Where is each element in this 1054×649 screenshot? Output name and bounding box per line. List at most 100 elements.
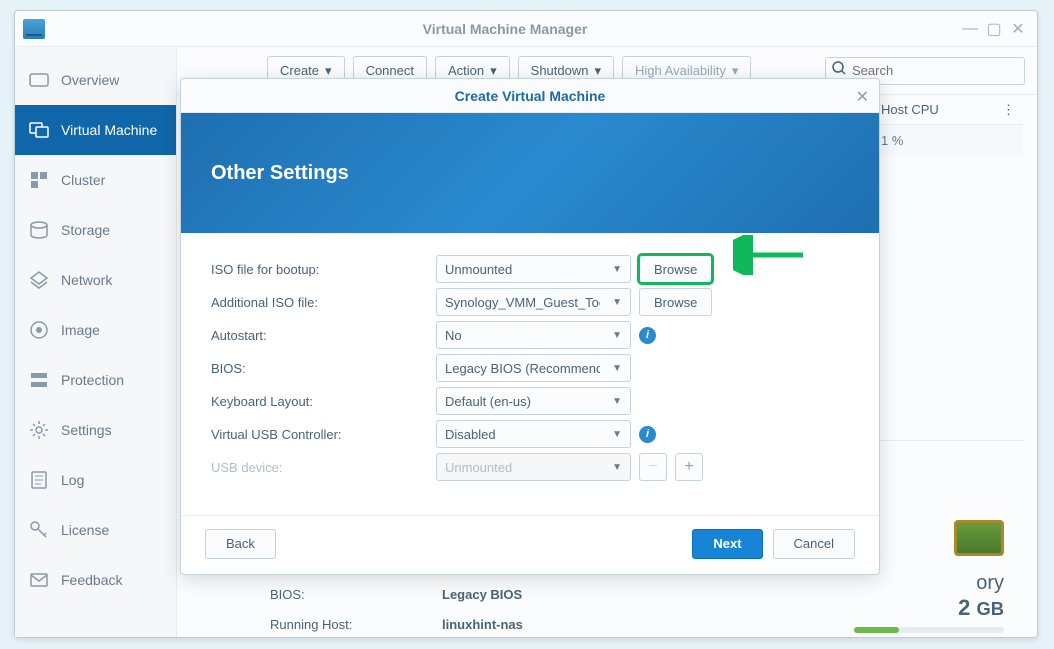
modal-title: Create Virtual Machine xyxy=(455,88,606,104)
sidebar-label: Feedback xyxy=(61,572,122,588)
minimize-button[interactable]: — xyxy=(959,18,981,40)
modal-section-title: Other Settings xyxy=(211,162,349,185)
sidebar-item-network[interactable]: Network xyxy=(15,255,176,305)
sidebar-item-log[interactable]: Log xyxy=(15,455,176,505)
sidebar-label: Overview xyxy=(61,72,119,88)
sidebar-item-overview[interactable]: Overview xyxy=(15,55,176,105)
protection-icon xyxy=(29,370,49,390)
virtual-usb-select[interactable]: Disabled▼ xyxy=(436,420,631,448)
chevron-down-icon: ▼ xyxy=(612,396,622,407)
close-button[interactable]: ✕ xyxy=(1007,18,1029,40)
sidebar-label: Settings xyxy=(61,422,112,438)
sidebar-item-storage[interactable]: Storage xyxy=(15,205,176,255)
memory-value: 2 GB xyxy=(854,595,1004,621)
sidebar-label: Virtual Machine xyxy=(61,122,157,138)
usb-device-label: USB device: xyxy=(211,460,436,475)
row-usb-device: USB device: Unmounted▼ − + xyxy=(211,451,849,483)
image-icon xyxy=(29,320,49,340)
chevron-down-icon: ▾ xyxy=(594,63,601,79)
cancel-button[interactable]: Cancel xyxy=(773,529,855,559)
additional-iso-select[interactable]: Synology_VMM_Guest_Tool▼ xyxy=(436,288,631,316)
additional-iso-label: Additional ISO file: xyxy=(211,295,436,310)
row-keyboard-layout: Keyboard Layout: Default (en-us)▼ xyxy=(211,385,849,417)
sidebar: Overview Virtual Machine Cluster Storage… xyxy=(15,47,177,637)
info-icon[interactable]: i xyxy=(639,327,656,344)
sidebar-item-settings[interactable]: Settings xyxy=(15,405,176,455)
keyboard-layout-select[interactable]: Default (en-us)▼ xyxy=(436,387,631,415)
sidebar-item-virtual-machine[interactable]: Virtual Machine xyxy=(15,105,176,155)
sidebar-label: License xyxy=(61,522,109,538)
vm-icon xyxy=(29,120,49,140)
column-value-host-cpu: 1 % xyxy=(873,125,1023,155)
envelope-icon xyxy=(29,570,49,590)
network-icon xyxy=(29,270,49,290)
sidebar-item-image[interactable]: Image xyxy=(15,305,176,355)
sidebar-label: Storage xyxy=(61,222,110,238)
modal-header: Create Virtual Machine ✕ xyxy=(181,79,879,113)
chevron-down-icon: ▾ xyxy=(325,63,332,79)
more-icon[interactable]: ⋮ xyxy=(1002,102,1015,118)
iso-bootup-browse-button[interactable]: Browse xyxy=(639,255,712,283)
titlebar: Virtual Machine Manager — ▢ ✕ xyxy=(15,11,1037,47)
keyboard-layout-label: Keyboard Layout: xyxy=(211,394,436,409)
gear-icon xyxy=(29,420,49,440)
additional-iso-browse-button[interactable]: Browse xyxy=(639,288,712,316)
sidebar-item-cluster[interactable]: Cluster xyxy=(15,155,176,205)
create-vm-modal: Create Virtual Machine ✕ Other Settings … xyxy=(180,78,880,575)
chevron-down-icon: ▼ xyxy=(612,330,622,341)
row-virtual-usb: Virtual USB Controller: Disabled▼ i xyxy=(211,418,849,450)
sidebar-label: Cluster xyxy=(61,172,105,188)
sidebar-label: Image xyxy=(61,322,100,338)
storage-icon xyxy=(29,220,49,240)
chip-icon xyxy=(954,520,1004,556)
row-additional-iso: Additional ISO file: Synology_VMM_Guest_… xyxy=(211,286,849,318)
autostart-select[interactable]: No▼ xyxy=(436,321,631,349)
app-icon xyxy=(23,19,45,39)
modal-body: ISO file for bootup: Unmounted▼ Browse A… xyxy=(181,233,879,515)
autostart-label: Autostart: xyxy=(211,328,436,343)
chevron-down-icon: ▼ xyxy=(612,429,622,440)
add-usb-button[interactable]: + xyxy=(675,453,703,481)
sidebar-label: Protection xyxy=(61,372,124,388)
iso-bootup-label: ISO file for bootup: xyxy=(211,262,436,277)
iso-bootup-select[interactable]: Unmounted▼ xyxy=(436,255,631,283)
usb-device-select: Unmounted▼ xyxy=(436,453,631,481)
cluster-icon xyxy=(29,170,49,190)
row-iso-bootup: ISO file for bootup: Unmounted▼ Browse xyxy=(211,253,849,285)
memory-bar xyxy=(854,627,1004,633)
chevron-down-icon: ▾ xyxy=(490,63,497,79)
sidebar-label: Network xyxy=(61,272,112,288)
maximize-button[interactable]: ▢ xyxy=(983,18,1005,40)
remove-usb-button: − xyxy=(639,453,667,481)
overview-icon xyxy=(29,70,49,90)
sidebar-item-license[interactable]: License xyxy=(15,505,176,555)
sidebar-item-feedback[interactable]: Feedback xyxy=(15,555,176,605)
next-button[interactable]: Next xyxy=(692,529,762,559)
key-icon xyxy=(29,520,49,540)
background-details: BIOS:Legacy BIOS Running Host:linuxhint-… xyxy=(270,580,523,640)
search-input[interactable] xyxy=(852,63,1028,78)
back-button[interactable]: Back xyxy=(205,529,276,559)
chevron-down-icon: ▼ xyxy=(612,297,622,308)
sidebar-label: Log xyxy=(61,472,84,488)
chevron-down-icon: ▾ xyxy=(732,63,739,79)
row-autostart: Autostart: No▼ i xyxy=(211,319,849,351)
chevron-down-icon: ▼ xyxy=(612,363,622,374)
sidebar-item-protection[interactable]: Protection xyxy=(15,355,176,405)
virtual-usb-label: Virtual USB Controller: xyxy=(211,427,436,442)
chevron-down-icon: ▼ xyxy=(612,264,622,275)
modal-banner: Other Settings xyxy=(181,113,879,233)
info-icon[interactable]: i xyxy=(639,426,656,443)
log-icon xyxy=(29,470,49,490)
running-host-label: Running Host: xyxy=(270,610,442,640)
bios-label: BIOS: xyxy=(211,361,436,376)
row-bios: BIOS: Legacy BIOS (Recommended)▼ xyxy=(211,352,849,384)
window-title: Virtual Machine Manager xyxy=(53,21,957,37)
column-header-host-cpu[interactable]: Host CPU ⋮ xyxy=(873,95,1023,125)
modal-footer: Back Next Cancel xyxy=(181,515,879,571)
memory-title: ory xyxy=(854,572,1004,595)
bios-select[interactable]: Legacy BIOS (Recommended)▼ xyxy=(436,354,631,382)
bios-label: BIOS: xyxy=(270,580,442,610)
close-icon[interactable]: ✕ xyxy=(856,87,869,107)
running-host-value: linuxhint-nas xyxy=(442,617,523,632)
